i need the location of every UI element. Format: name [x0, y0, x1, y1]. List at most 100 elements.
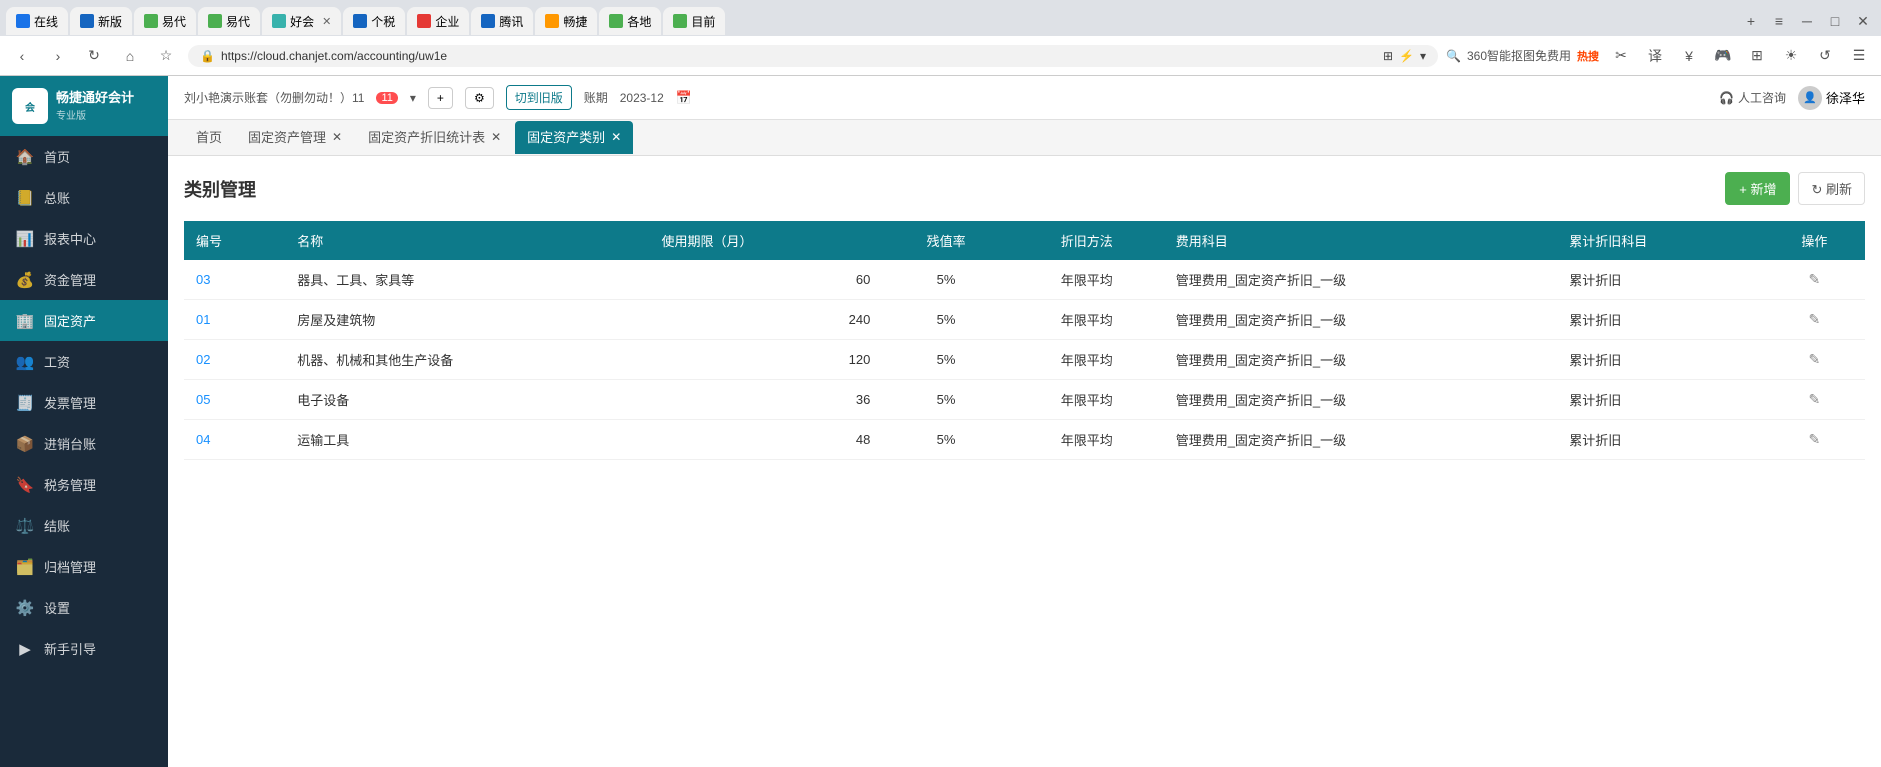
tab-favicon: [80, 14, 94, 28]
sidebar-item-settlement[interactable]: ⚖️ 结账: [0, 505, 168, 546]
bookmark-button[interactable]: ☆: [152, 42, 180, 70]
game-icon[interactable]: 🎮: [1709, 42, 1737, 70]
back-button[interactable]: ‹: [8, 42, 36, 70]
edit-icon[interactable]: ✎: [1808, 271, 1820, 287]
grid-icon[interactable]: ⊞: [1743, 42, 1771, 70]
sidebar-item-ledger[interactable]: 📒 总账: [0, 177, 168, 218]
url-bar[interactable]: 🔒 https://cloud.chanjet.com/accounting/u…: [188, 45, 1438, 67]
col-header-accum_depr_subject: 累计折旧科目: [1557, 221, 1763, 260]
sidebar-item-guide[interactable]: ▶ 新手引导: [0, 628, 168, 669]
calendar-icon[interactable]: 📅: [676, 90, 692, 106]
brightness-icon[interactable]: ☀: [1777, 42, 1805, 70]
settings-icon: ⚙️: [16, 599, 34, 617]
search-label: 360智能抠图免费用: [1467, 47, 1571, 64]
refresh-button[interactable]: ↻ 刷新: [1798, 172, 1865, 205]
maximize-button[interactable]: □: [1823, 9, 1847, 33]
col-header-depr_method: 折旧方法: [1010, 221, 1164, 260]
browser-tab-新版[interactable]: 新版: [70, 7, 132, 35]
support-btn[interactable]: 🎧 人工咨询: [1719, 89, 1786, 106]
browser-tab-腾讯[interactable]: 腾讯: [471, 7, 533, 35]
switch-version-btn[interactable]: 切到旧版: [506, 85, 572, 110]
reload-button[interactable]: ↻: [80, 42, 108, 70]
sidebar-item-report[interactable]: 📊 报表中心: [0, 218, 168, 259]
new-tab-button[interactable]: +: [1739, 9, 1763, 33]
tab-favicon: [208, 14, 222, 28]
page-tab-close-icon[interactable]: ✕: [611, 130, 621, 144]
sidebar-item-home[interactable]: 🏠 首页: [0, 136, 168, 177]
edit-icon[interactable]: ✎: [1808, 431, 1820, 447]
currency-icon[interactable]: ¥: [1675, 42, 1703, 70]
tab-favicon: [481, 14, 495, 28]
sidebar-item-tax[interactable]: 🔖 税务管理: [0, 464, 168, 505]
table-row: 01房屋及建筑物2405%年限平均管理费用_固定资产折旧_一级累计折旧✎: [184, 300, 1865, 340]
cell-period: 120: [650, 340, 883, 380]
tab-favicon: [417, 14, 431, 28]
page-tab-close-icon[interactable]: ✕: [491, 130, 501, 144]
tab-close-icon[interactable]: ✕: [322, 15, 331, 28]
sidebar-item-settings[interactable]: ⚙️ 设置: [0, 587, 168, 628]
home-button[interactable]: ⌂: [116, 42, 144, 70]
add-button[interactable]: + 新增: [1725, 172, 1790, 205]
page-tab-fixed-asset-depr[interactable]: 固定资产折旧统计表 ✕: [356, 121, 513, 154]
sidebar-item-fixed-asset[interactable]: 🏢 固定资产: [0, 300, 168, 341]
page-tab-close-icon[interactable]: ✕: [332, 130, 342, 144]
page-tab-fixed-asset-mgmt[interactable]: 固定资产管理 ✕: [236, 121, 354, 154]
header-dropdown[interactable]: ▾: [410, 91, 416, 105]
minimize-button[interactable]: ─: [1795, 9, 1819, 33]
sidebar-item-archive[interactable]: 🗂️ 归档管理: [0, 546, 168, 587]
sidebar-item-payroll[interactable]: 👥 工资: [0, 341, 168, 382]
scissors-icon[interactable]: ✂: [1607, 42, 1635, 70]
menu-icon[interactable]: ☰: [1845, 42, 1873, 70]
page-tab-home[interactable]: 首页: [184, 121, 234, 154]
close-window-button[interactable]: ✕: [1851, 9, 1875, 33]
logo-sub: 专业版: [56, 107, 134, 122]
cell-name: 电子设备: [285, 380, 649, 420]
code-link[interactable]: 03: [196, 272, 210, 287]
edit-icon[interactable]: ✎: [1808, 311, 1820, 327]
url-dropdown-icon[interactable]: ▾: [1420, 49, 1426, 63]
page-title-row: 类别管理 + 新增 ↻ 刷新: [184, 172, 1865, 205]
browser-tab-个税[interactable]: 个税: [343, 7, 405, 35]
home-icon: 🏠: [16, 148, 34, 166]
edit-icon[interactable]: ✎: [1808, 351, 1820, 367]
browser-tab-在线[interactable]: 在线: [6, 7, 68, 35]
browser-tab-易代[interactable]: 易代: [134, 7, 196, 35]
settings-btn[interactable]: ⚙: [465, 87, 494, 109]
tab-label: 企业: [435, 13, 459, 30]
browser-tab-畅捷[interactable]: 畅捷: [535, 7, 597, 35]
sidebar-item-label: 税务管理: [44, 475, 96, 494]
add-icon-btn[interactable]: +: [428, 87, 453, 109]
browser-tab-目前[interactable]: 目前: [663, 7, 725, 35]
translate-icon[interactable]: 译: [1641, 42, 1669, 70]
content-area: 类别管理 + 新增 ↻ 刷新 编号名称使用期限（月）残值率折旧方法费用科目累计折…: [168, 156, 1881, 767]
sidebar-item-stock[interactable]: 📦 进销台账: [0, 423, 168, 464]
cell-depr_method: 年限平均: [1010, 260, 1164, 300]
sidebar-item-invoice[interactable]: 🧾 发票管理: [0, 382, 168, 423]
history-icon[interactable]: ↺: [1811, 42, 1839, 70]
sidebar-item-fund[interactable]: 💰 资金管理: [0, 259, 168, 300]
code-link[interactable]: 01: [196, 312, 210, 327]
forward-button[interactable]: ›: [44, 42, 72, 70]
cell-accum_depr_subject: 累计折旧: [1557, 380, 1763, 420]
cell-period: 36: [650, 380, 883, 420]
code-link[interactable]: 02: [196, 352, 210, 367]
code-link[interactable]: 04: [196, 432, 210, 447]
edit-icon[interactable]: ✎: [1808, 391, 1820, 407]
cell-action: ✎: [1764, 340, 1865, 380]
browser-tab-企业[interactable]: 企业: [407, 7, 469, 35]
browser-tab-好会[interactable]: 好会 ✕: [262, 7, 341, 35]
code-link[interactable]: 05: [196, 392, 210, 407]
logo-text: 畅捷通好会计: [56, 90, 134, 107]
cell-code: 04: [184, 420, 285, 460]
browser-tab-各地[interactable]: 各地: [599, 7, 661, 35]
tab-label: 在线: [34, 13, 58, 30]
header-badge: 11: [376, 92, 397, 104]
sidebar-item-label: 首页: [44, 147, 70, 166]
cell-period: 240: [650, 300, 883, 340]
tab-list-button[interactable]: ≡: [1767, 9, 1791, 33]
report-icon: 📊: [16, 230, 34, 248]
browser-tab-易代[interactable]: 易代: [198, 7, 260, 35]
page-tab-fixed-asset-category[interactable]: 固定资产类别 ✕: [515, 121, 633, 154]
cell-code: 03: [184, 260, 285, 300]
table-row: 04运输工具485%年限平均管理费用_固定资产折旧_一级累计折旧✎: [184, 420, 1865, 460]
